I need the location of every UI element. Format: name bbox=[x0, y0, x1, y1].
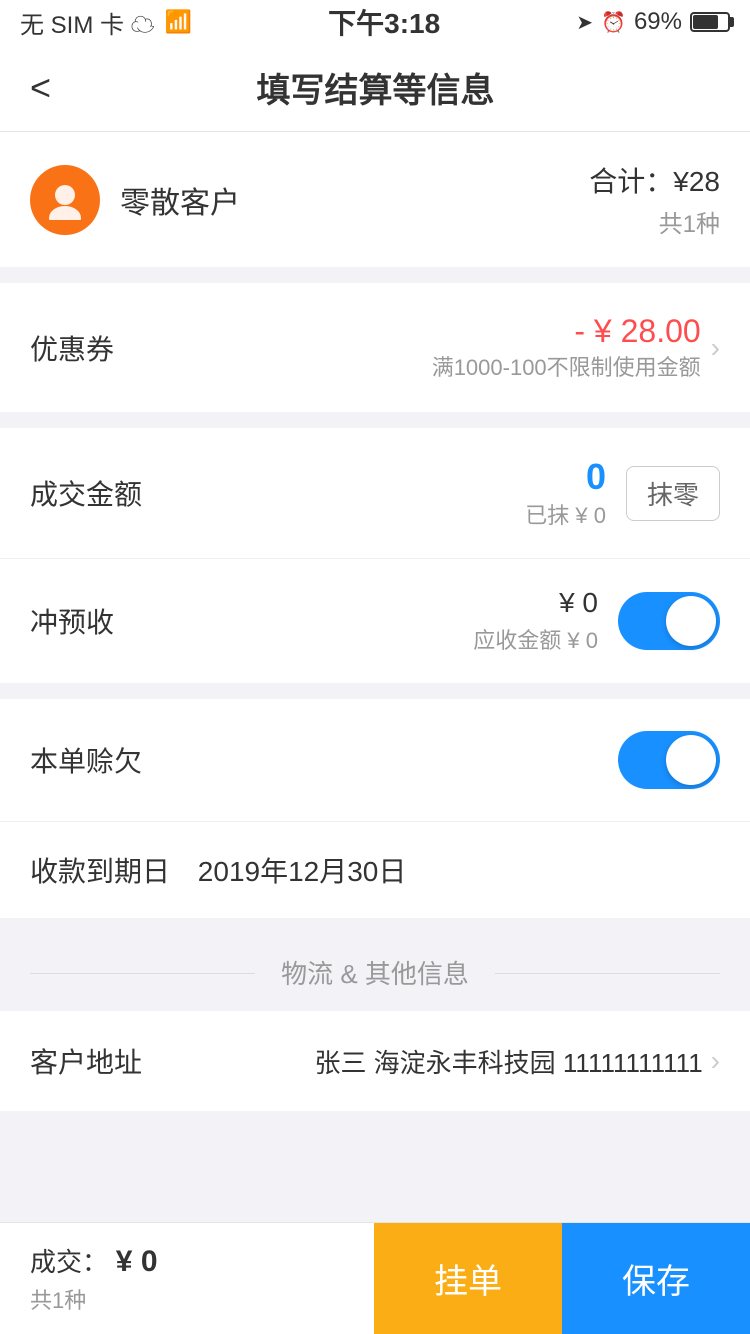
hold-button[interactable]: 挂单 bbox=[374, 1223, 562, 1334]
save-button[interactable]: 保存 bbox=[562, 1223, 750, 1334]
toggle-thumb bbox=[666, 596, 716, 646]
bottom-info: 成交： ¥ 0 共1种 bbox=[0, 1242, 374, 1315]
round-off-button[interactable]: 抹零 bbox=[626, 466, 720, 521]
receivable-amount: 应收金额 ¥ 0 bbox=[473, 623, 598, 655]
coupon-label: 优惠券 bbox=[30, 328, 114, 368]
status-left: 无 SIM 卡 ☁ 📶 bbox=[20, 5, 192, 40]
address-chevron-icon: › bbox=[711, 1045, 720, 1077]
due-date-label: 收款到期日 bbox=[30, 856, 170, 887]
transaction-value[interactable]: 0 bbox=[586, 456, 606, 498]
coupon-amount: - ¥ 28.00 bbox=[432, 313, 701, 350]
address-label: 客户地址 bbox=[30, 1041, 142, 1081]
back-button[interactable]: < bbox=[30, 57, 71, 119]
pre-collection-amounts: ¥ 0 应收金额 ¥ 0 bbox=[473, 587, 598, 655]
due-date-value: 2019年12月30日 bbox=[198, 856, 407, 887]
pre-collection-toggle[interactable] bbox=[618, 592, 720, 650]
debt-toggle[interactable] bbox=[618, 731, 720, 789]
nav-bar: < 填写结算等信息 bbox=[0, 44, 750, 132]
pre-collection-row: 冲预收 ¥ 0 应收金额 ¥ 0 bbox=[0, 559, 750, 683]
sim-label: 无 SIM 卡 ☁ bbox=[20, 5, 155, 40]
coupon-row[interactable]: 优惠券 - ¥ 28.00 满1000-100不限制使用金额 › bbox=[0, 283, 750, 412]
pre-collection-right: ¥ 0 应收金额 ¥ 0 bbox=[473, 587, 720, 655]
customer-row: 零散客户 合计：¥28 共1种 bbox=[0, 132, 750, 267]
status-time: 下午3:18 bbox=[328, 2, 440, 42]
customer-info: 零散客户 bbox=[30, 165, 240, 235]
alarm-icon: ⏰ bbox=[601, 10, 626, 35]
bottom-count: 共1种 bbox=[30, 1283, 344, 1315]
avatar bbox=[30, 165, 100, 235]
debt-label: 本单赊欠 bbox=[30, 740, 142, 780]
logistics-header: 物流 & 其他信息 bbox=[0, 934, 750, 1011]
bottom-deal-amount: ¥ 0 bbox=[116, 1245, 158, 1278]
bottom-bar: 成交： ¥ 0 共1种 挂单 保存 bbox=[0, 1222, 750, 1334]
status-bar: 无 SIM 卡 ☁ 📶 下午3:18 ➤ ⏰ 69% bbox=[0, 0, 750, 44]
address-value: 张三 海淀永丰科技园 11111111111 bbox=[314, 1043, 702, 1080]
wifi-icon: 📶 bbox=[165, 9, 192, 35]
amount-sub: 0 已抹 ¥ 0 bbox=[525, 456, 606, 530]
address-row[interactable]: 客户地址 张三 海淀永丰科技园 11111111111 › bbox=[0, 1011, 750, 1111]
pre-collection-amount: ¥ 0 bbox=[473, 587, 598, 619]
due-date-row: 收款到期日 2019年12月30日 bbox=[0, 821, 750, 918]
status-right: ➤ ⏰ 69% bbox=[576, 8, 730, 36]
logistics-label: 物流 & 其他信息 bbox=[281, 959, 469, 989]
battery-icon bbox=[690, 12, 730, 32]
total-count: 共1种 bbox=[589, 204, 720, 239]
chevron-right-icon: › bbox=[711, 332, 720, 364]
bottom-deal: 成交： ¥ 0 bbox=[30, 1242, 344, 1279]
page-title: 填写结算等信息 bbox=[71, 63, 680, 112]
location-icon: ➤ bbox=[576, 10, 593, 35]
coupon-desc: 满1000-100不限制使用金额 bbox=[432, 350, 701, 382]
debt-toggle-thumb bbox=[666, 735, 716, 785]
content: 零散客户 合计：¥28 共1种 优惠券 - ¥ 28.00 满1000-100不… bbox=[0, 132, 750, 1247]
debt-section: 本单赊欠 收款到期日 2019年12月30日 bbox=[0, 699, 750, 918]
debt-row: 本单赊欠 bbox=[0, 699, 750, 821]
coupon-right: - ¥ 28.00 满1000-100不限制使用金额 › bbox=[432, 313, 720, 382]
customer-name: 零散客户 bbox=[120, 178, 240, 222]
transaction-section: 成交金额 0 已抹 ¥ 0 抹零 冲预收 ¥ 0 应收金额 ¥ 0 bbox=[0, 428, 750, 683]
transaction-row: 成交金额 0 已抹 ¥ 0 抹零 bbox=[0, 428, 750, 559]
total-price: 合计：¥28 bbox=[589, 160, 720, 200]
pre-collection-label: 冲预收 bbox=[30, 601, 114, 641]
battery-percent: 69% bbox=[634, 8, 682, 36]
already-rounded: 已抹 ¥ 0 bbox=[525, 498, 606, 530]
customer-total: 合计：¥28 共1种 bbox=[589, 160, 720, 239]
bottom-deal-label: 成交： bbox=[30, 1247, 108, 1277]
address-right: 张三 海淀永丰科技园 11111111111 › bbox=[314, 1043, 720, 1080]
transaction-right: 0 已抹 ¥ 0 抹零 bbox=[525, 456, 720, 530]
transaction-label: 成交金额 bbox=[30, 473, 142, 513]
